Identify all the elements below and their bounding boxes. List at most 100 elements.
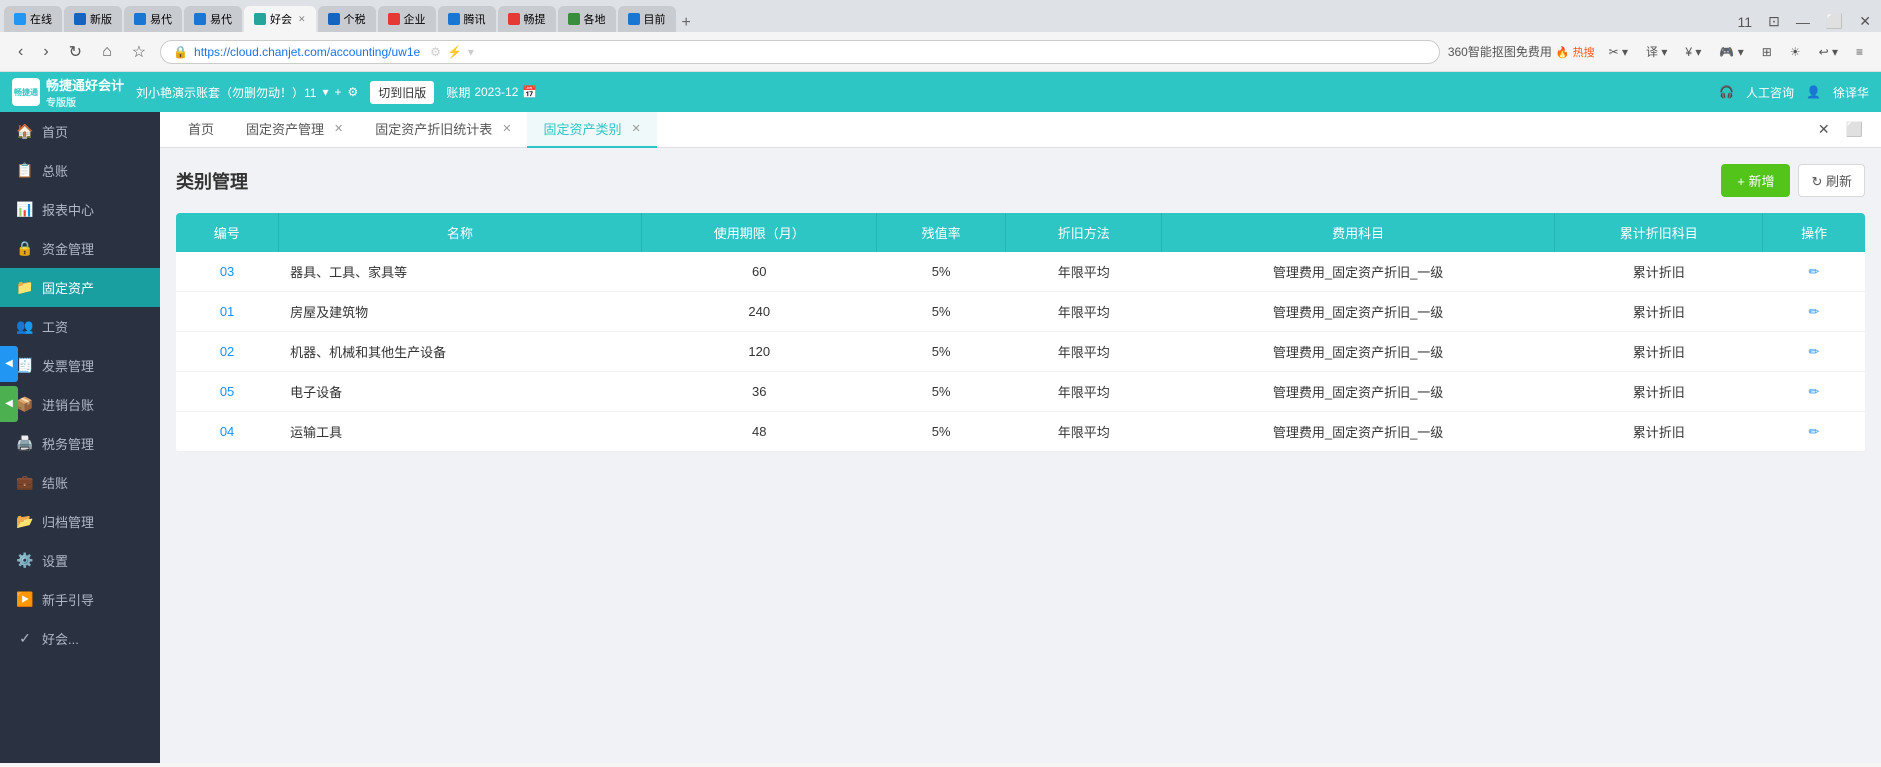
- sidebar-item-settings[interactable]: ⚙️ 设置: [0, 541, 160, 580]
- sidebar-item-tax[interactable]: 🖨️ 税务管理: [0, 424, 160, 463]
- sidebar-item-inventory[interactable]: 📦 进销台账: [0, 385, 160, 424]
- action-cell[interactable]: ✏: [1763, 412, 1865, 452]
- sidebar-item-guide[interactable]: ▶️ 新手引导: [0, 580, 160, 619]
- back-button[interactable]: ‹: [12, 41, 29, 63]
- dropdown-icon: ▾: [322, 85, 328, 99]
- cell-3-4: 年限平均: [1006, 372, 1162, 412]
- action-cell[interactable]: ✏: [1763, 372, 1865, 412]
- edge-icon-blue[interactable]: ◀: [0, 346, 18, 382]
- reload-button[interactable]: ↻: [63, 40, 88, 64]
- logo-text: 畅捷通好会计: [46, 75, 124, 94]
- browser-tab-gedi[interactable]: 各地: [558, 6, 616, 32]
- sidebar-item-close[interactable]: 💼 结账: [0, 463, 160, 502]
- table-row: 01房屋及建筑物2405%年限平均管理费用_固定资产折旧_一级累计折旧✏: [176, 292, 1865, 332]
- cell-3-3: 5%: [876, 372, 1005, 412]
- undo-button[interactable]: ↩ ▾: [1813, 43, 1844, 61]
- action-cell[interactable]: ✏: [1763, 292, 1865, 332]
- guide-icon: ▶️: [16, 591, 34, 608]
- browser-tab-yidai2[interactable]: 易代: [184, 6, 242, 32]
- salary-icon: 👥: [16, 318, 34, 335]
- invoice-icon: 🧾: [16, 357, 34, 374]
- main-layout: 🏠 首页 📋 总账 📊 报表中心 🔒 资金管理 📁 固定资产 👥 工资 🧾 发票…: [0, 112, 1881, 763]
- browser-tab-xinban[interactable]: 新版: [64, 6, 122, 32]
- tab-home-label: 首页: [188, 119, 214, 138]
- tab-label: 腾讯: [464, 11, 486, 27]
- content-tab-fixed-mgmt[interactable]: 固定资产管理 ✕: [230, 112, 359, 148]
- action-cell[interactable]: ✏: [1763, 332, 1865, 372]
- cell-0-0[interactable]: 03: [176, 252, 278, 292]
- translate-button[interactable]: 译 ▾: [1640, 41, 1673, 62]
- sidebar-item-ledger[interactable]: 📋 总账: [0, 151, 160, 190]
- user-account: 刘小艳演示账套（勿删勿动！）11 ▾ + ⚙: [136, 84, 358, 101]
- username-label: 徐译华: [1833, 84, 1869, 101]
- table-row: 03器具、工具、家具等605%年限平均管理费用_固定资产折旧_一级累计折旧✏: [176, 252, 1865, 292]
- browser-tab-tengxun[interactable]: 腾讯: [438, 6, 496, 32]
- cell-2-2: 120: [642, 332, 877, 372]
- service-label[interactable]: 人工咨询: [1746, 84, 1794, 101]
- content-close-button[interactable]: ✕: [1812, 119, 1836, 140]
- tab-close-icon[interactable]: ✕: [298, 14, 306, 25]
- cell-0-2: 60: [642, 252, 877, 292]
- grid-button[interactable]: ⊞: [1756, 43, 1778, 61]
- browser-tab-geshuei[interactable]: 个税: [318, 6, 376, 32]
- tab-category-close[interactable]: ✕: [632, 122, 641, 135]
- game-button[interactable]: 🎮 ▾: [1713, 43, 1749, 61]
- home-button[interactable]: ⌂: [96, 41, 118, 63]
- bookmark-button[interactable]: ☆: [126, 40, 152, 64]
- content-tab-depreciation[interactable]: 固定资产折旧统计表 ✕: [359, 112, 527, 148]
- switch-version-button[interactable]: 切到旧版: [370, 81, 434, 104]
- sidebar-item-salary[interactable]: 👥 工资: [0, 307, 160, 346]
- sidebar-item-haohui[interactable]: ✓ 好会...: [0, 619, 160, 658]
- browser-tab-qiye[interactable]: 企业: [378, 6, 436, 32]
- cell-2-0[interactable]: 02: [176, 332, 278, 372]
- refresh-button[interactable]: ↻ 刷新: [1798, 164, 1865, 197]
- close-app-button[interactable]: ✕: [1853, 11, 1877, 32]
- browser-tab-zaixin[interactable]: 在线: [4, 6, 62, 32]
- restore-button[interactable]: ⊡: [1762, 11, 1786, 32]
- forward-button[interactable]: ›: [37, 41, 54, 63]
- content-tab-home[interactable]: 首页: [172, 112, 230, 148]
- content-tab-category[interactable]: 固定资产类别 ✕: [527, 112, 656, 148]
- minimize-button[interactable]: 11: [1732, 11, 1759, 32]
- url-bar[interactable]: 🔒 https://cloud.chanjet.com/accounting/u…: [160, 40, 1440, 64]
- sidebar-label-ledger: 总账: [42, 161, 68, 180]
- sidebar-item-archive[interactable]: 📂 归档管理: [0, 502, 160, 541]
- close-book-icon: 💼: [16, 474, 34, 491]
- page-title: 类别管理: [176, 168, 248, 194]
- sidebar-item-reports[interactable]: 📊 报表中心: [0, 190, 160, 229]
- cell-0-4: 年限平均: [1006, 252, 1162, 292]
- browser-tab-muqian[interactable]: 目前: [618, 6, 676, 32]
- browser-tab-changt[interactable]: 畅提: [498, 6, 556, 32]
- tab-window-controls: ✕ ⬜: [1812, 119, 1869, 140]
- sidebar-item-fixed-assets[interactable]: 📁 固定资产: [0, 268, 160, 307]
- sidebar-item-home[interactable]: 🏠 首页: [0, 112, 160, 151]
- tab-label: 目前: [644, 11, 666, 27]
- cell-3-0[interactable]: 05: [176, 372, 278, 412]
- edge-icon-green[interactable]: ◀: [0, 386, 18, 422]
- tab-icon: [448, 13, 460, 25]
- menu-button[interactable]: ≡: [1850, 43, 1869, 61]
- cell-4-0[interactable]: 04: [176, 412, 278, 452]
- browser-tab-yidai1[interactable]: 易代: [124, 6, 182, 32]
- sidebar-item-funds[interactable]: 🔒 资金管理: [0, 229, 160, 268]
- browser-tab-haohui[interactable]: 好会 ✕: [244, 6, 316, 32]
- search-area: 360智能抠图免费用 🔥 热搜: [1448, 43, 1595, 60]
- action-cell[interactable]: ✏: [1763, 252, 1865, 292]
- tab-icon: [508, 13, 520, 25]
- cell-1-0[interactable]: 01: [176, 292, 278, 332]
- col-header-expense: 费用科目: [1162, 213, 1555, 252]
- tab-depreciation-label: 固定资产折旧统计表: [375, 119, 492, 138]
- maximize-button[interactable]: ⬜: [1820, 11, 1849, 32]
- new-tab-button[interactable]: +: [678, 14, 695, 32]
- sidebar-item-invoice[interactable]: 🧾 发票管理: [0, 346, 160, 385]
- tab-fixed-mgmt-close[interactable]: ✕: [334, 122, 343, 135]
- sun-button[interactable]: ☀: [1784, 43, 1807, 61]
- add-button[interactable]: + 新增: [1721, 164, 1790, 197]
- coupon-button[interactable]: ¥ ▾: [1679, 43, 1707, 61]
- cell-0-3: 5%: [876, 252, 1005, 292]
- content-maximize-button[interactable]: ⬜: [1840, 119, 1869, 140]
- close-window-button[interactable]: —: [1790, 11, 1816, 32]
- account-name: 刘小艳演示账套（勿删勿动！）11: [136, 84, 316, 101]
- tab-depreciation-close[interactable]: ✕: [502, 122, 511, 135]
- cut-button[interactable]: ✂ ▾: [1603, 43, 1634, 61]
